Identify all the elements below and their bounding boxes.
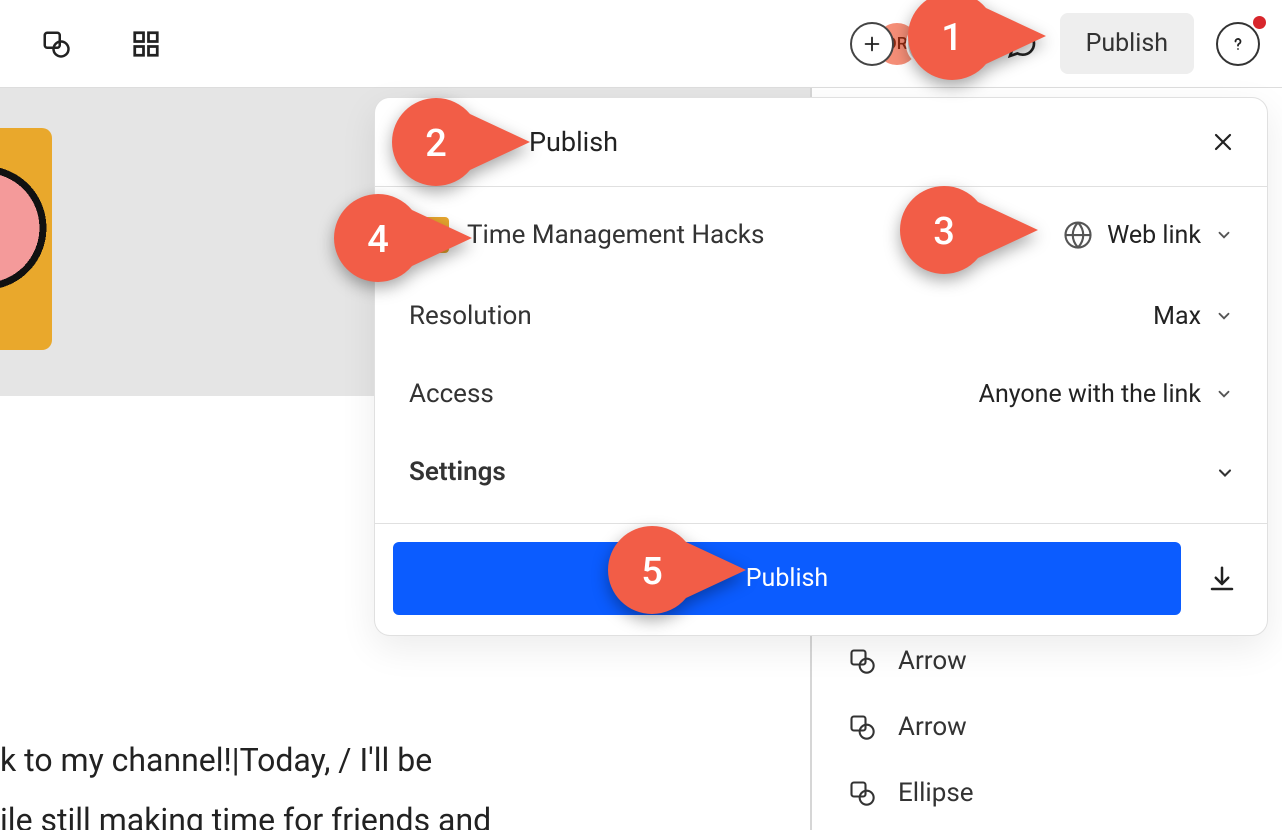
resolution-value: Max xyxy=(1153,302,1201,331)
settings-label: Settings xyxy=(409,457,506,487)
document-thumbnail xyxy=(409,217,449,253)
design-thumbnail[interactable] xyxy=(0,128,52,350)
doc-text-line: ile still making time for friends and xyxy=(0,801,491,830)
top-toolbar: DR Publish xyxy=(0,0,1282,88)
share-method-value: Web link xyxy=(1107,221,1201,250)
popover-title: Publish xyxy=(407,126,618,158)
chat-icon[interactable] xyxy=(1006,28,1038,60)
resolution-label: Resolution xyxy=(409,301,532,331)
resolution-row[interactable]: Resolution Max xyxy=(375,277,1267,355)
close-icon[interactable] xyxy=(1211,130,1235,154)
download-icon[interactable] xyxy=(1207,564,1237,594)
shape-layer-icon xyxy=(848,779,876,807)
grid-view-icon[interactable] xyxy=(130,28,162,60)
list-item[interactable]: Arrow xyxy=(812,694,1282,760)
document-name: Time Management Hacks xyxy=(467,220,764,250)
chevron-down-icon xyxy=(1215,307,1233,325)
chevron-down-icon xyxy=(1215,463,1233,481)
publish-button[interactable]: Publish xyxy=(1060,13,1194,74)
publish-popover: Publish Time Management Hacks Web link R… xyxy=(374,97,1268,636)
list-item-label: Ellipse xyxy=(898,778,974,808)
document-body[interactable]: k to my channel!|Today, / I'll be ile st… xyxy=(0,730,491,830)
publish-submit-button[interactable]: Publish xyxy=(393,542,1181,615)
shape-layer-icon xyxy=(848,647,876,675)
shape-layer-icon xyxy=(848,713,876,741)
document-row: Time Management Hacks Web link xyxy=(375,187,1267,277)
shape-tool-icon[interactable] xyxy=(40,28,72,60)
list-item-label: Arrow xyxy=(898,646,967,676)
settings-row[interactable]: Settings xyxy=(375,433,1267,524)
chevron-down-icon xyxy=(1215,385,1233,403)
globe-icon xyxy=(1063,220,1093,250)
avatar[interactable] xyxy=(938,21,984,67)
access-value: Anyone with the link xyxy=(979,380,1201,409)
add-collaborator-button[interactable] xyxy=(850,22,894,66)
share-method-select[interactable]: Web link xyxy=(1063,220,1233,250)
access-label: Access xyxy=(409,379,494,409)
access-row[interactable]: Access Anyone with the link xyxy=(375,355,1267,433)
doc-text-line: k to my channel!|Today, / I'll be xyxy=(0,741,432,779)
list-item[interactable]: Arrow xyxy=(812,628,1282,694)
chevron-down-icon xyxy=(1215,226,1233,244)
collaborator-avatars[interactable]: DR xyxy=(850,21,984,67)
list-item[interactable]: Ellipse xyxy=(812,760,1282,826)
help-button[interactable] xyxy=(1216,22,1260,66)
list-item-label: Arrow xyxy=(898,712,967,742)
